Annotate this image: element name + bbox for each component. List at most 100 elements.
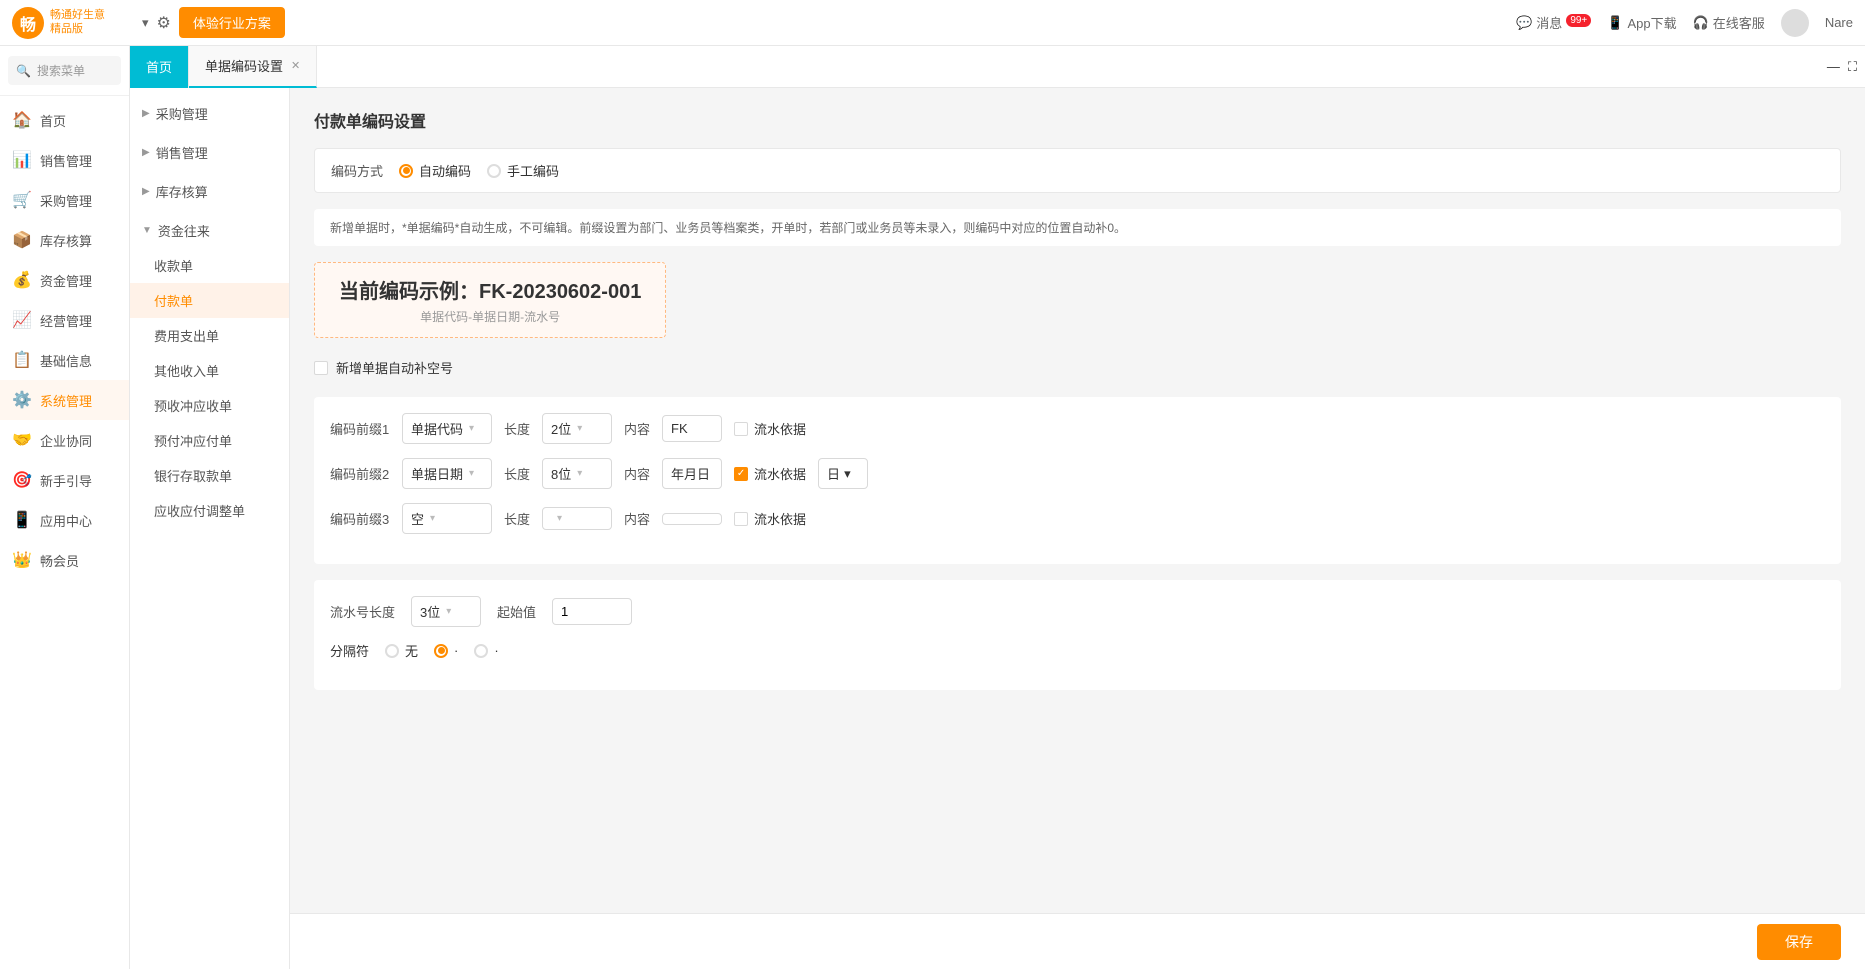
logo: 畅 畅通好生意 精品版 [12,7,142,39]
prefix-select-1[interactable]: 单据日期 ▾ [402,458,492,489]
appcenter-icon: 📱 [12,510,32,530]
topbar-middle: ▾ ⚙ 体验行业方案 [142,7,1516,38]
checkbox-item-1[interactable]: ✓ 流水依据 [734,464,806,483]
sep-radio-dot[interactable]: · [434,643,458,658]
sidebar-nav: 🏠首页📊销售管理🛒采购管理📦库存核算💰资金管理 📈 经营管理 📋基础信息⚙️系统管理🤝… [0,96,129,969]
tab-minimize-icon[interactable]: — [1827,59,1840,75]
message-button[interactable]: 💬 消息 99+ [1516,13,1591,32]
content-value-0: FK [662,415,722,442]
manual-code-radio[interactable]: 手工编码 [487,161,559,180]
sub-menu-item-expense[interactable]: 费用支出单 [130,318,289,353]
length-select-0[interactable]: 2位 ▾ [542,413,612,444]
prefix-select-0[interactable]: 单据代码 ▾ [402,413,492,444]
sub-menu-group: ▶库存核算 [130,174,289,209]
sub-menu-header[interactable]: ▶采购管理 [130,96,289,131]
checkbox-unchecked-0 [734,422,748,436]
sidebar-item-purchase[interactable]: 🛒采购管理 [0,180,129,220]
form-row-0: 编码前缀1 单据代码 ▾ 长度 2位 ▾ 内容 FK 流水依据 [330,413,1825,444]
serial-length-label: 流水号长度 [330,602,395,621]
auto-fill-checkbox[interactable] [314,361,328,375]
length-select-1[interactable]: 8位 ▾ [542,458,612,489]
prefix-arrow-0: ▾ [469,423,474,434]
prefix-label-1: 编码前缀2 [330,464,390,483]
sidebar-item-label: 经营管理 [40,311,92,330]
main-layout: 🔍 搜索菜单 🏠首页📊销售管理🛒采购管理📦库存核算💰资金管理 📈 经营管理 📋基础信息… [0,46,1865,969]
content-value-2 [662,513,722,525]
sub-menu-item-receipt[interactable]: 收款单 [130,248,289,283]
chevron-right-icon: ▶ [142,147,150,158]
user-avatar[interactable] [1781,9,1809,37]
sep-dot-inner [438,647,445,654]
sep-radio-dot2[interactable]: · [474,643,498,658]
sidebar-item-label: 应用中心 [40,511,92,530]
sub-menu-item-prepay[interactable]: 预付冲应付单 [130,423,289,458]
chevron-right-icon: ▶ [142,186,150,197]
sidebar-item-newguide[interactable]: 🎯新手引导 [0,460,129,500]
sidebar-item-sales[interactable]: 📊销售管理 [0,140,129,180]
sales-icon: 📊 [12,150,32,170]
coding-mode-label: 编码方式 [331,161,383,180]
separator-row: 分隔符 无 · [330,641,1825,660]
right-panel: 付款单编码设置 编码方式 自动编码 [290,88,1865,969]
sidebar-item-label: 首页 [40,111,66,130]
online-service-button[interactable]: 🎧 在线客服 [1693,13,1765,32]
sidebar-item-enterprise[interactable]: 🤝企业协同 [0,420,129,460]
checkbox-item-0[interactable]: 流水依据 [734,419,806,438]
serial-row: 流水号长度 3位 ▾ 起始值 [330,596,1825,627]
sidebar-item-home[interactable]: 🏠首页 [0,100,129,140]
auto-code-radio-dot [403,167,410,174]
tab-maximize-icon[interactable]: ⛶ [1848,59,1857,75]
form-section: 编码前缀1 单据代码 ▾ 长度 2位 ▾ 内容 FK 流水依据 编码前缀2 单据… [314,397,1841,564]
sep-dot-circle [434,644,448,658]
day-select-1[interactable]: 日 ▾ [818,458,868,489]
sub-menu-item-bankdeposit[interactable]: 银行存取款单 [130,458,289,493]
topbar-right: 💬 消息 99+ 📱 App下载 🎧 在线客服 Nare [1516,9,1853,37]
sidebar-item-appcenter[interactable]: 📱 应用中心 [0,500,129,540]
sub-menu-item-adjustment[interactable]: 应收应付调整单 [130,493,289,528]
user-name: Nare [1825,15,1853,30]
prefix-select-2[interactable]: 空 ▾ [402,503,492,534]
sidebar-item-system[interactable]: ⚙️系统管理 [0,380,129,420]
checkbox-item-2[interactable]: 流水依据 [734,509,806,528]
sub-menu-item-payment[interactable]: 付款单 [130,283,289,318]
checkbox-checked-1: ✓ [734,467,748,481]
main-panel: 付款单编码设置 编码方式 自动编码 [290,88,1865,913]
sub-menu-header[interactable]: ▶销售管理 [130,135,289,170]
search-button[interactable]: 🔍 搜索菜单 [8,56,121,85]
home-tab-label: 首页 [146,57,172,76]
sidebar-item-basic[interactable]: 📋基础信息 [0,340,129,380]
message-icon: 💬 [1516,15,1532,31]
start-value-input[interactable] [552,598,632,625]
serial-length-select[interactable]: 3位 ▾ [411,596,481,627]
length-label-2: 长度 [504,509,530,528]
sub-menu-item-otherincome[interactable]: 其他收入单 [130,353,289,388]
sub-menu-item-prepayreceive[interactable]: 预收冲应收单 [130,388,289,423]
sub-menu-header[interactable]: ▼资金往来 [130,213,289,248]
sidebar-item-label: 采购管理 [40,191,92,210]
sub-sidebar: ▶采购管理 ▶销售管理 ▶库存核算 ▼资金往来收款单付款单费用支出单其他收入单预收冲应… [130,88,290,969]
manual-code-label: 手工编码 [507,161,559,180]
length-select-2[interactable]: ▾ [542,507,612,530]
tab-close-icon[interactable]: ✕ [291,59,300,72]
operation-icon: 📈 [12,310,32,330]
sidebar-item-operation[interactable]: 📈 经营管理 [0,300,129,340]
sep-radio-none[interactable]: 无 [385,641,418,660]
cta-button[interactable]: 体验行业方案 [179,7,285,38]
preview-desc: 单据代码-单据日期-流水号 [339,308,641,325]
settings-icon[interactable]: ⚙ [157,13,171,33]
app-download-button[interactable]: 📱 App下载 [1607,13,1676,32]
topbar-dropdown[interactable]: ▾ [142,15,149,31]
page-content: ▶采购管理 ▶销售管理 ▶库存核算 ▼资金往来收款单付款单费用支出单其他收入单预收冲应… [130,88,1865,969]
sidebar-item-inventory[interactable]: 📦库存核算 [0,220,129,260]
prefix-arrow-2: ▾ [430,513,435,524]
auto-code-radio[interactable]: 自动编码 [399,161,471,180]
save-button[interactable]: 保存 [1757,924,1841,960]
sidebar-item-member[interactable]: 👑畅会员 [0,540,129,580]
sub-menu-header[interactable]: ▶库存核算 [130,174,289,209]
sidebar-item-finance[interactable]: 💰资金管理 [0,260,129,300]
sub-menu-group: ▶采购管理 [130,96,289,131]
tab-home[interactable]: 首页 [130,46,189,88]
sidebar-item-label: 库存核算 [40,231,92,250]
day-arrow-1: ▾ [844,466,851,482]
tab-serial-code[interactable]: 单据编码设置 ✕ [189,46,317,88]
